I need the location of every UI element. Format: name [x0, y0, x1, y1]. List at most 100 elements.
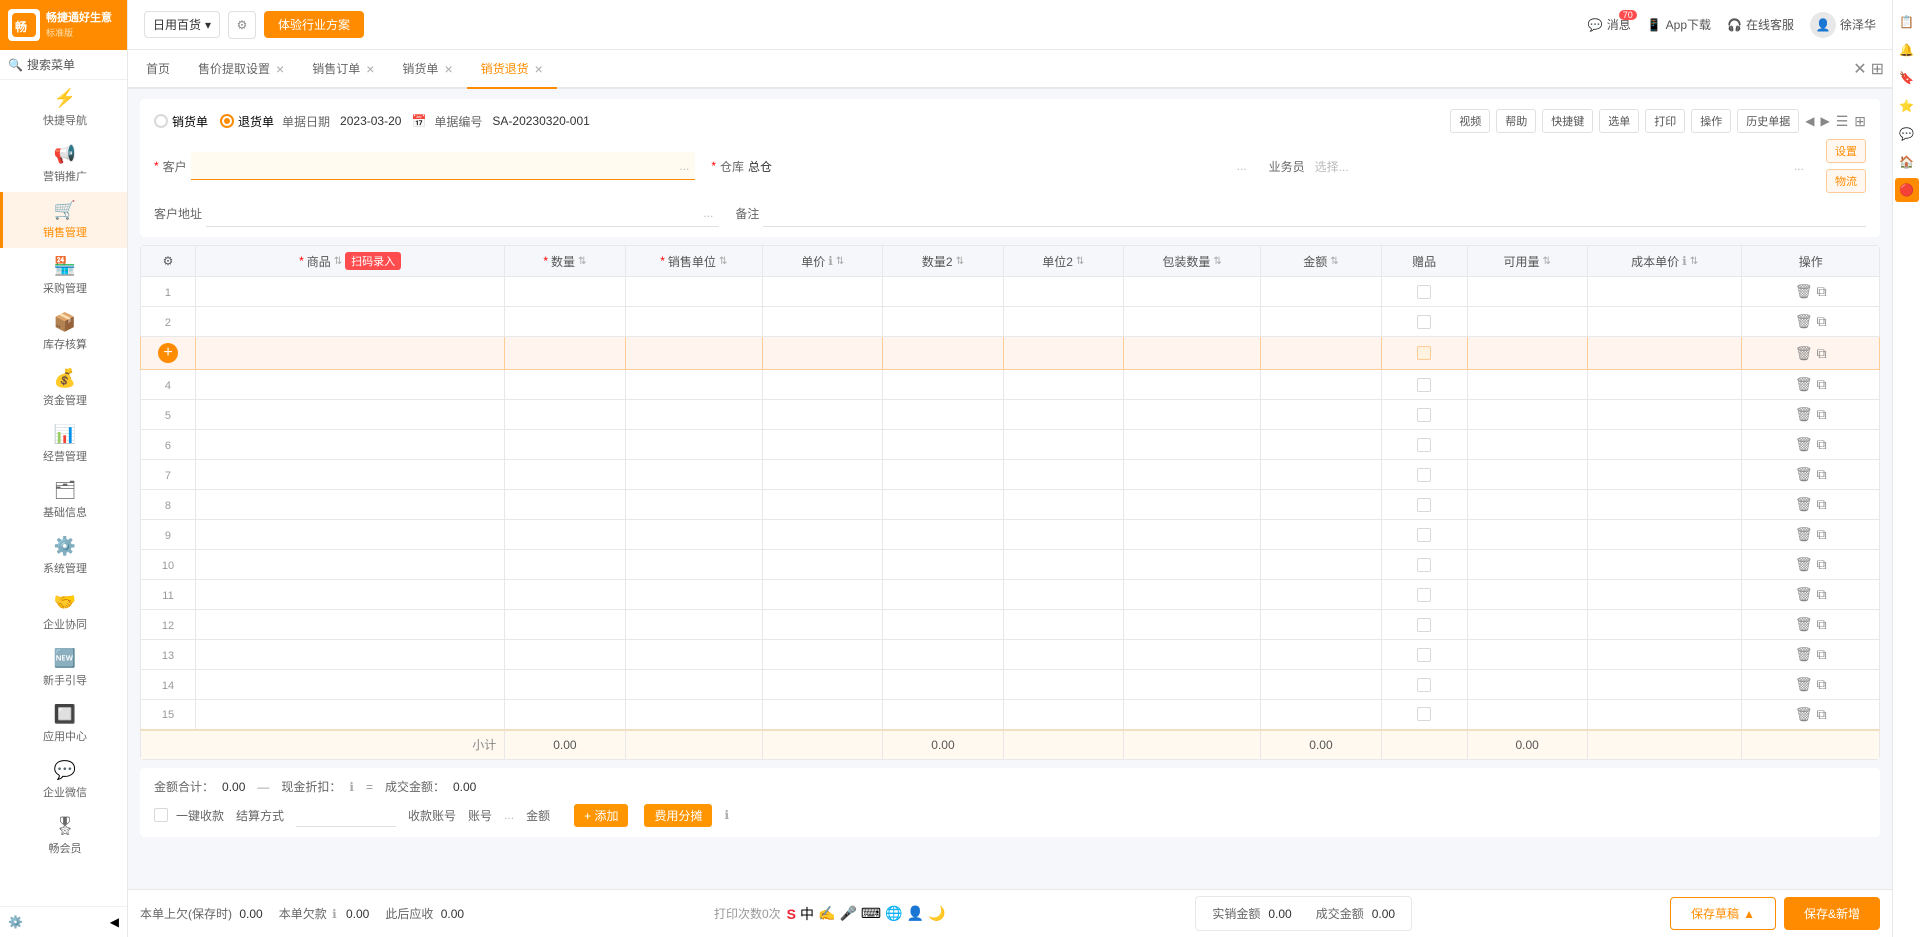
- sidebar-item-quicknav[interactable]: ⚡ 快捷导航: [0, 80, 127, 136]
- row-1-qty[interactable]: [505, 277, 625, 307]
- right-sidebar-btn-3[interactable]: 🔖: [1895, 66, 1919, 90]
- save-new-btn[interactable]: 保存&新增: [1784, 897, 1880, 930]
- gift-checkbox-10[interactable]: [1417, 558, 1431, 572]
- row-2-gift[interactable]: [1381, 307, 1467, 337]
- pkgqty-sort-icon[interactable]: ⇅: [1213, 256, 1221, 267]
- row-2-product[interactable]: [195, 307, 504, 337]
- delete-row-3-btn[interactable]: 🗑: [1795, 345, 1813, 362]
- tab-return-close[interactable]: ×: [535, 61, 543, 77]
- topbar-settings-btn[interactable]: ⚙: [228, 11, 256, 39]
- right-sidebar-btn-7[interactable]: 🔴: [1895, 178, 1919, 202]
- delete-row-4-btn[interactable]: 🗑: [1795, 376, 1813, 393]
- list-view-icon[interactable]: ☰: [1836, 113, 1849, 130]
- row-2-pkgqty[interactable]: [1123, 307, 1260, 337]
- delete-row-1-btn[interactable]: 🗑: [1795, 283, 1813, 300]
- row-1-costprice[interactable]: [1587, 277, 1742, 307]
- product-input-3[interactable]: [200, 341, 500, 365]
- copy-row-9-btn[interactable]: ⧉: [1817, 526, 1827, 543]
- delete-row-7-btn[interactable]: 🗑: [1795, 466, 1813, 483]
- row-2-qty[interactable]: [505, 307, 625, 337]
- right-sidebar-btn-1[interactable]: 📋: [1895, 10, 1919, 34]
- delete-row-2-btn[interactable]: 🗑: [1795, 313, 1813, 330]
- tab-sales-delivery[interactable]: 销货单 ×: [388, 50, 466, 89]
- bottom-icon-7[interactable]: 🌙: [928, 905, 945, 922]
- tab-price-setting[interactable]: 售价提取设置 ×: [184, 50, 298, 89]
- add-row-btn[interactable]: +: [158, 343, 178, 363]
- sidebar-item-purchase[interactable]: 🏪 采购管理: [0, 248, 127, 304]
- col-settings-header[interactable]: ⚙: [141, 246, 196, 277]
- row-3-product[interactable]: [195, 337, 504, 370]
- delete-row-14-btn[interactable]: 🗑: [1795, 676, 1813, 693]
- row-3-available[interactable]: [1467, 337, 1587, 370]
- gift-checkbox-13[interactable]: [1417, 648, 1431, 662]
- gift-checkbox-7[interactable]: [1417, 468, 1431, 482]
- right-sidebar-btn-4[interactable]: ⭐: [1895, 94, 1919, 118]
- fee-split-btn[interactable]: 费用分摊: [644, 804, 712, 827]
- row-3-gift[interactable]: [1381, 337, 1467, 370]
- bottom-icon-6[interactable]: 👤: [907, 905, 924, 922]
- gift-checkbox-14[interactable]: [1417, 678, 1431, 692]
- row-1-price[interactable]: [763, 277, 883, 307]
- available-sort-icon[interactable]: ⇅: [1542, 256, 1550, 267]
- product-sort-icon[interactable]: ⇅: [334, 256, 342, 267]
- radio-delivery[interactable]: 销货单: [154, 113, 208, 130]
- gift-checkbox-6[interactable]: [1417, 438, 1431, 452]
- delete-row-10-btn[interactable]: 🗑: [1795, 556, 1813, 573]
- calendar-icon[interactable]: 📅: [411, 114, 426, 128]
- costprice-sort-icon[interactable]: ⇅: [1690, 256, 1698, 267]
- row-3-unit[interactable]: [625, 337, 762, 370]
- gift-checkbox-3[interactable]: [1417, 346, 1431, 360]
- row-3-price[interactable]: [763, 337, 883, 370]
- sidebar-search[interactable]: 🔍 搜索菜单: [0, 50, 127, 80]
- bottom-icon-2[interactable]: ✍: [818, 905, 835, 922]
- save-draft-btn[interactable]: 保存草稿 ▲: [1670, 897, 1776, 930]
- gift-checkbox-11[interactable]: [1417, 588, 1431, 602]
- gift-checkbox-2[interactable]: [1417, 315, 1431, 329]
- debt-info-icon[interactable]: ℹ: [332, 907, 337, 921]
- delete-row-13-btn[interactable]: 🗑: [1795, 646, 1813, 663]
- sidebar-item-marketing[interactable]: 📢 营销推广: [0, 136, 127, 192]
- sidebar-item-enterprise[interactable]: 🤝 企业协同: [0, 584, 127, 640]
- copy-row-8-btn[interactable]: ⧉: [1817, 496, 1827, 513]
- gift-checkbox-8[interactable]: [1417, 498, 1431, 512]
- shortcuts-btn[interactable]: 快捷键: [1542, 109, 1593, 133]
- qty-sort-icon[interactable]: ⇅: [578, 256, 586, 267]
- bottom-icon-5[interactable]: 🌐: [885, 905, 902, 922]
- row-3-add[interactable]: +: [141, 337, 196, 370]
- delete-row-12-btn[interactable]: 🗑: [1795, 616, 1813, 633]
- bottom-icon-3[interactable]: 🎤: [839, 905, 856, 922]
- help-icon[interactable]: ℹ: [349, 780, 354, 794]
- fee-help-icon[interactable]: ℹ: [724, 808, 729, 822]
- copy-row-5-btn[interactable]: ⧉: [1817, 406, 1827, 423]
- sidebar-item-apps[interactable]: 🔲 应用中心: [0, 696, 127, 752]
- copy-row-11-btn[interactable]: ⧉: [1817, 586, 1827, 603]
- row-1-unit[interactable]: [625, 277, 762, 307]
- history-btn[interactable]: 历史单据: [1737, 109, 1799, 133]
- trial-btn[interactable]: 体验行业方案: [264, 11, 364, 38]
- warehouse-input[interactable]: ...: [776, 152, 1253, 180]
- collapse-icon[interactable]: ◀: [110, 915, 119, 929]
- nav-next-icon[interactable]: ▶: [1820, 114, 1829, 128]
- tab-menu-icon[interactable]: ⊞: [1871, 59, 1884, 79]
- sidebar-item-basic[interactable]: 🗂 基础信息: [0, 472, 127, 528]
- copy-row-14-btn[interactable]: ⧉: [1817, 676, 1827, 693]
- salesperson-input[interactable]: 选择... ...: [1309, 152, 1810, 180]
- copy-row-6-btn[interactable]: ⧉: [1817, 436, 1827, 453]
- radio-return[interactable]: 退货单: [220, 113, 274, 130]
- delete-row-9-btn[interactable]: 🗑: [1795, 526, 1813, 543]
- row-1-unit2[interactable]: [1003, 277, 1123, 307]
- row-1-pkgqty[interactable]: [1123, 277, 1260, 307]
- copy-row-15-btn[interactable]: ⧉: [1817, 706, 1827, 723]
- delete-row-8-btn[interactable]: 🗑: [1795, 496, 1813, 513]
- delete-row-15-btn[interactable]: 🗑: [1795, 706, 1813, 723]
- price-info-icon[interactable]: ℹ: [828, 254, 833, 268]
- right-sidebar-btn-6[interactable]: 🏠: [1895, 150, 1919, 174]
- delete-row-11-btn[interactable]: 🗑: [1795, 586, 1813, 603]
- amount-sort-icon[interactable]: ⇅: [1330, 256, 1338, 267]
- right-sidebar-btn-5[interactable]: 💬: [1895, 122, 1919, 146]
- customer-input[interactable]: ...: [191, 152, 696, 180]
- delete-row-5-btn[interactable]: 🗑: [1795, 406, 1813, 423]
- price-sort-icon[interactable]: ⇅: [836, 256, 844, 267]
- sidebar-item-finance[interactable]: 💰 资金管理: [0, 360, 127, 416]
- costprice-info-icon[interactable]: ℹ: [1682, 254, 1687, 268]
